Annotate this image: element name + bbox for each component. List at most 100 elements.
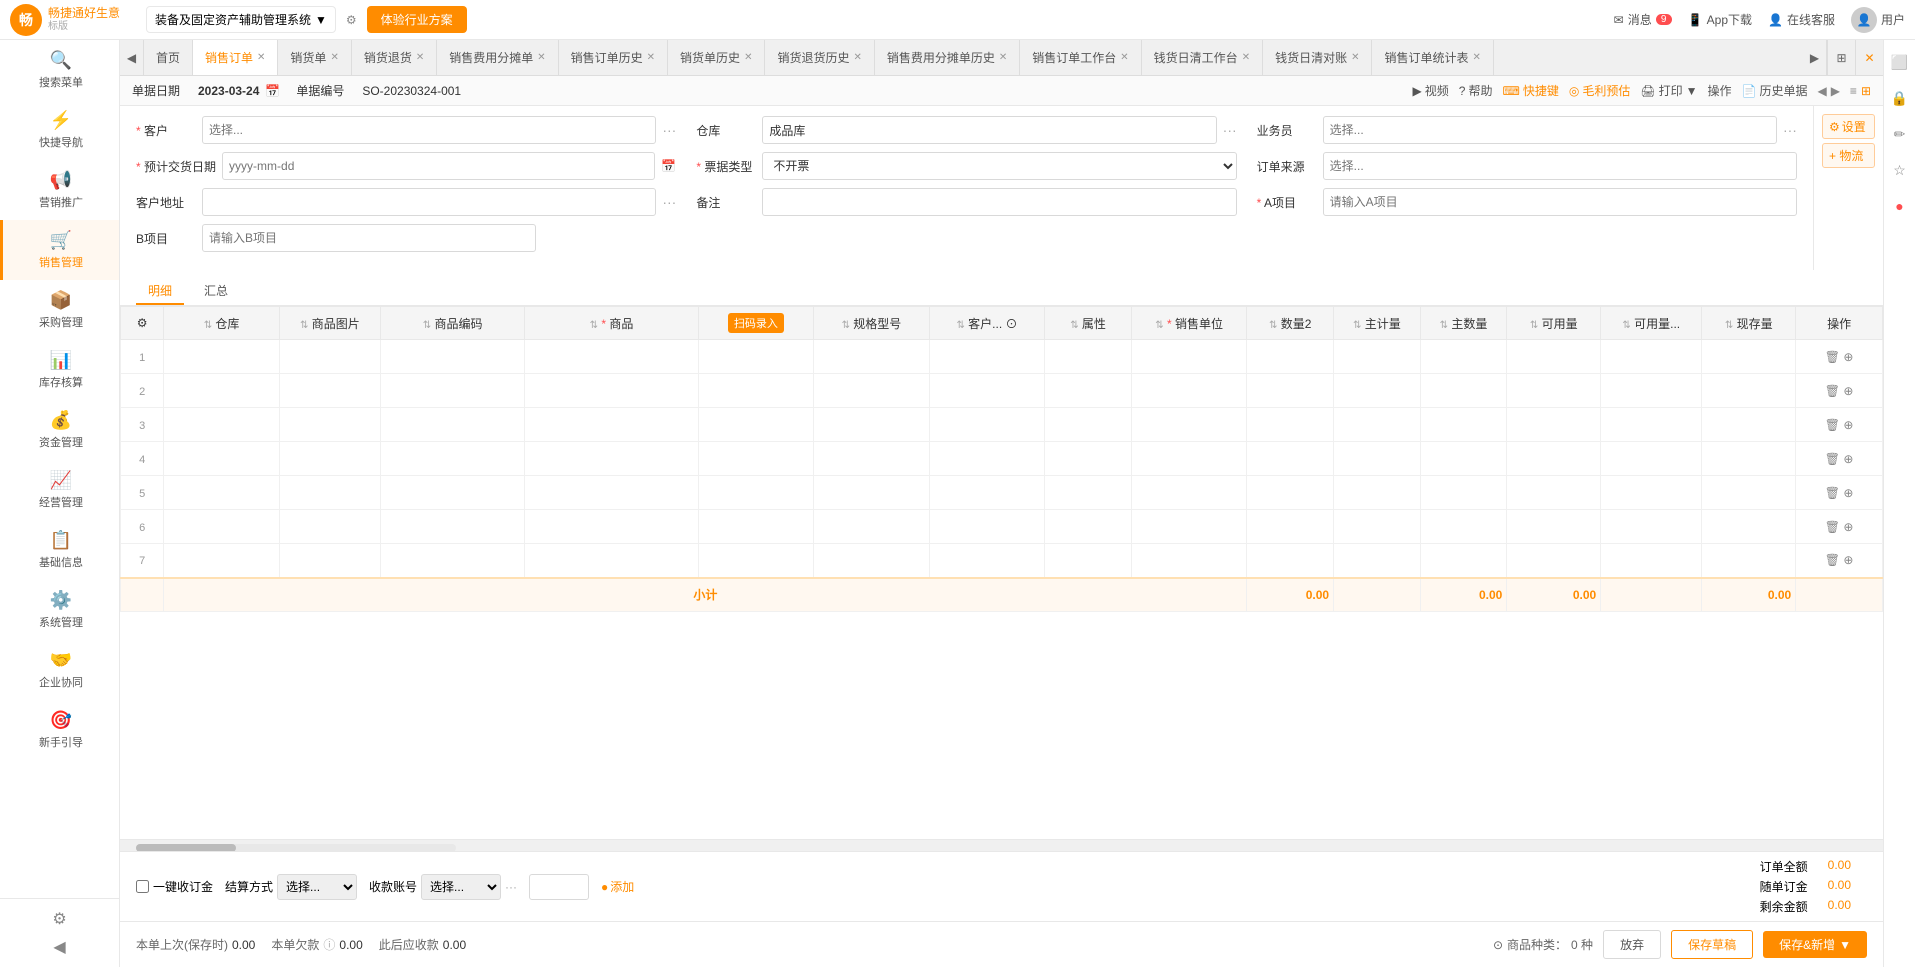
tab-close-icon[interactable]: ✕ — [1120, 52, 1128, 63]
sidebar-item-operations[interactable]: 📈 经营管理 — [0, 460, 119, 520]
customer-more-icon[interactable]: ··· — [662, 122, 676, 138]
horizontal-scrollbar[interactable] — [120, 839, 1883, 851]
save-new-btn[interactable]: 保存&新增 ▼ — [1763, 931, 1867, 958]
account-more-icon[interactable]: ··· — [505, 880, 517, 894]
row-copy-icon[interactable]: ⊕ — [1843, 486, 1853, 500]
settings-icon[interactable]: ⚙ — [346, 13, 357, 27]
payment-account-select[interactable]: 选择... — [421, 874, 501, 900]
tab-cost-history[interactable]: 销售费用分摊单历史 ✕ — [875, 40, 1020, 76]
tab-order-history[interactable]: 销售订单历史 ✕ — [559, 40, 668, 76]
a-project-input[interactable] — [1323, 188, 1797, 216]
tab-daily-reconcile[interactable]: 钱货日清对账 ✕ — [1263, 40, 1372, 76]
tab-detail[interactable]: 明细 — [136, 278, 184, 305]
prev-record-icon[interactable]: ◀ — [1817, 84, 1826, 98]
right-icon-edit[interactable]: ✏ — [1886, 120, 1914, 148]
sidebar-item-marketing[interactable]: 📢 营销推广 — [0, 160, 119, 220]
one-click-checkbox[interactable] — [136, 880, 149, 893]
b-project-input[interactable] — [202, 224, 536, 252]
tab-daily-workbench[interactable]: 钱货日清工作台 ✕ — [1142, 40, 1263, 76]
history-btn[interactable]: 📄 历史单据 — [1741, 82, 1807, 99]
tab-close-icon[interactable]: ✕ — [853, 52, 861, 63]
online-support-btn[interactable]: 👤 在线客服 — [1768, 11, 1835, 28]
row-delete-icon[interactable]: 🗑 — [1825, 452, 1840, 466]
row-copy-icon[interactable]: ⊕ — [1843, 418, 1853, 432]
tab-menu-btn[interactable]: ⊞ — [1827, 40, 1855, 76]
shortcut-btn[interactable]: ⌨ 快捷键 — [1502, 82, 1558, 99]
tab-close-icon[interactable]: ✕ — [744, 52, 752, 63]
remarks-input[interactable] — [762, 188, 1236, 216]
row-copy-icon[interactable]: ⊕ — [1843, 384, 1853, 398]
tab-close-icon[interactable]: ✕ — [1351, 52, 1359, 63]
th-settings[interactable]: ⚙ — [121, 307, 164, 340]
system-selector[interactable]: 装备及固定资产辅助管理系统 ▼ — [146, 6, 336, 33]
tab-close-icon[interactable]: ✕ — [537, 52, 545, 63]
app-download-btn[interactable]: 📱 App下载 — [1688, 11, 1752, 28]
sidebar-collapse-icon[interactable]: ◀ — [53, 937, 65, 957]
row-delete-icon[interactable]: 🗑 — [1825, 553, 1840, 567]
warehouse-more-icon[interactable]: ··· — [1223, 122, 1237, 138]
tab-home[interactable]: 首页 — [144, 40, 193, 76]
profit-btn[interactable]: ◎ 毛利预估 — [1569, 82, 1631, 99]
delivery-calendar-icon[interactable]: 📅 — [661, 159, 676, 173]
tab-close-icon[interactable]: ✕ — [330, 52, 338, 63]
tab-cost-split[interactable]: 销售费用分摊单 ✕ — [437, 40, 558, 76]
industry-btn[interactable]: 体验行业方案 — [367, 6, 467, 33]
tab-close-icon[interactable]: ✕ — [1473, 52, 1481, 63]
tab-close-icon[interactable]: ✕ — [647, 52, 655, 63]
scan-btn[interactable]: 扫码录入 — [728, 313, 784, 333]
debit-info-icon[interactable]: ⓘ — [323, 936, 335, 953]
row-delete-icon[interactable]: 🗑 — [1825, 384, 1840, 398]
sidebar-item-inventory[interactable]: 📊 库存核算 — [0, 340, 119, 400]
grid-view-icon[interactable]: ⊞ — [1861, 84, 1871, 98]
customer-input[interactable] — [202, 116, 656, 144]
tab-return-history[interactable]: 销货退货历史 ✕ — [765, 40, 874, 76]
calendar-icon[interactable]: 📅 — [265, 84, 280, 98]
sidebar-item-guide[interactable]: 🎯 新手引导 — [0, 700, 119, 760]
save-new-dropdown-icon[interactable]: ▼ — [1839, 938, 1851, 952]
salesperson-input[interactable] — [1323, 116, 1777, 144]
settings-btn[interactable]: ⚙ 设置 — [1822, 114, 1875, 139]
row-copy-icon[interactable]: ⊕ — [1843, 520, 1853, 534]
sidebar-settings-icon[interactable]: ⚙ — [52, 909, 66, 929]
right-icon-star[interactable]: ☆ — [1886, 156, 1914, 184]
sidebar-item-search[interactable]: 🔍 搜索菜单 — [0, 40, 119, 100]
tab-prev-btn[interactable]: ◀ — [120, 40, 144, 76]
sidebar-item-system[interactable]: ⚙️ 系统管理 — [0, 580, 119, 640]
row-copy-icon[interactable]: ⊕ — [1843, 553, 1853, 567]
tab-close-icon[interactable]: ✕ — [257, 52, 265, 63]
row-delete-icon[interactable]: 🗑 — [1825, 418, 1840, 432]
print-btn[interactable]: 🖨 打印 ▼ — [1640, 82, 1697, 99]
tab-sales-order[interactable]: 销售订单 ✕ — [193, 40, 278, 76]
tab-next-btn[interactable]: ▶ — [1803, 40, 1827, 76]
tab-stats[interactable]: 销售订单统计表 ✕ — [1372, 40, 1493, 76]
invoice-type-select[interactable]: 不开票 — [762, 152, 1236, 180]
tab-slip-history[interactable]: 销货单历史 ✕ — [668, 40, 765, 76]
row-delete-icon[interactable]: 🗑 — [1825, 520, 1840, 534]
sidebar-item-enterprise[interactable]: 🤝 企业协同 — [0, 640, 119, 700]
tab-workbench[interactable]: 销售订单工作台 ✕ — [1020, 40, 1141, 76]
list-view-icon[interactable]: ≡ — [1850, 84, 1857, 98]
tab-summary[interactable]: 汇总 — [192, 278, 240, 305]
warehouse-input[interactable] — [762, 116, 1216, 144]
row-copy-icon[interactable]: ⊕ — [1843, 350, 1853, 364]
right-icon-alert[interactable]: ● — [1886, 192, 1914, 220]
order-source-input[interactable] — [1323, 152, 1797, 180]
address-more-icon[interactable]: ··· — [662, 194, 676, 210]
payment-amount-input[interactable]: 0.00 — [529, 874, 589, 900]
one-click-label[interactable]: 一键收订金 — [136, 878, 213, 895]
tab-sales-slip[interactable]: 销货单 ✕ — [278, 40, 351, 76]
next-record-icon[interactable]: ▶ — [1831, 84, 1840, 98]
delivery-date-input[interactable] — [222, 152, 655, 180]
tab-close-icon[interactable]: ✕ — [416, 52, 424, 63]
tab-close-all-btn[interactable]: ✕ — [1855, 40, 1883, 76]
customer-address-input[interactable] — [202, 188, 656, 216]
tab-close-icon[interactable]: ✕ — [999, 52, 1007, 63]
message-btn[interactable]: ✉ 消息 9 — [1614, 11, 1672, 28]
help-btn[interactable]: ? 帮助 — [1459, 82, 1493, 99]
user-avatar-btn[interactable]: 👤 用户 — [1851, 7, 1905, 33]
row-delete-icon[interactable]: 🗑 — [1825, 486, 1840, 500]
discard-btn[interactable]: 放弃 — [1603, 930, 1661, 959]
row-delete-icon[interactable]: 🗑 — [1825, 350, 1840, 364]
sidebar-item-base-info[interactable]: 📋 基础信息 — [0, 520, 119, 580]
right-icon-1[interactable]: ⬜ — [1886, 48, 1914, 76]
